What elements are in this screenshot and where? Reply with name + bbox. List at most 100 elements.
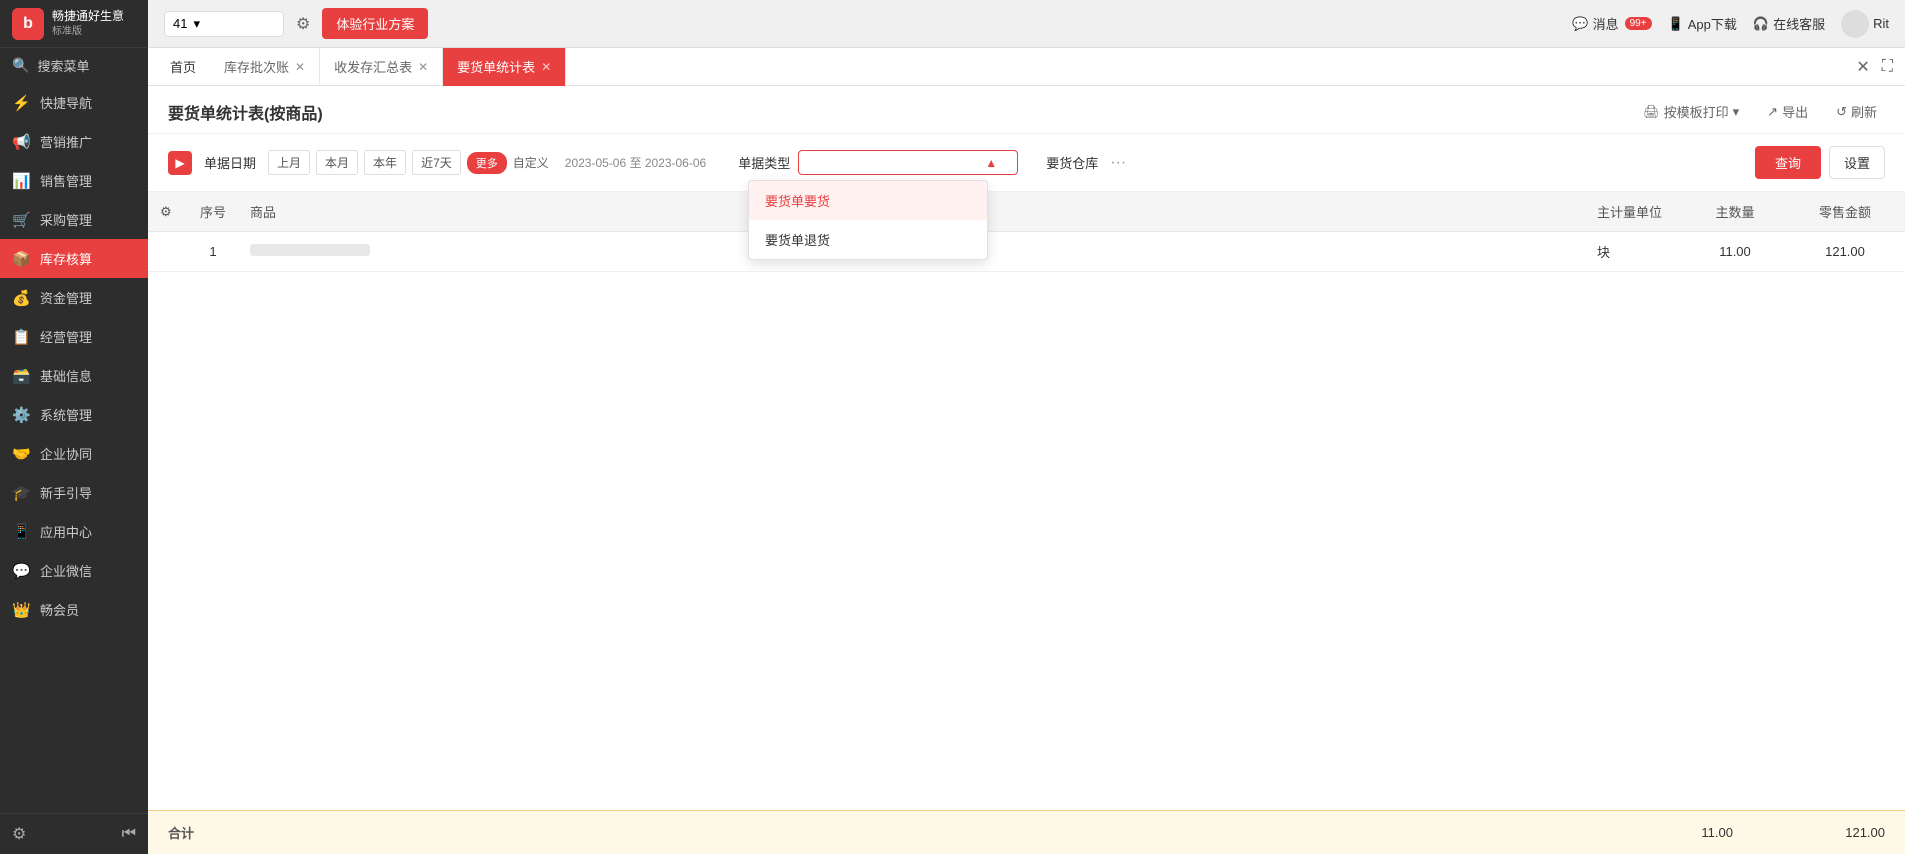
sidebar-item-appstore[interactable]: 📱 应用中心 xyxy=(0,512,148,551)
user-profile[interactable]: Rit xyxy=(1841,10,1889,38)
tab-home[interactable]: 首页 xyxy=(156,48,210,86)
type-filter-input-wrap[interactable]: ▲ xyxy=(798,150,1018,175)
sidebar-item-wechat[interactable]: 💬 企业微信 xyxy=(0,551,148,590)
collapse-icon[interactable]: ⏮ xyxy=(122,825,136,843)
user-name: Rit xyxy=(1873,16,1889,31)
date-filter-label: 单据日期 xyxy=(204,153,256,172)
tab-receive-summary[interactable]: 收发存汇总表 ✕ xyxy=(320,48,443,86)
nav-icon-beginner: 🎓 xyxy=(12,484,30,502)
sidebar-item-operation[interactable]: 📋 经营管理 xyxy=(0,317,148,356)
sidebar-item-basic[interactable]: 🗃️ 基础信息 xyxy=(0,356,148,395)
goods-placeholder xyxy=(250,244,370,256)
page-content: 要货单统计表(按商品) 🖨 按模板打印 ▾ ↗ 导出 ↺ 刷新 ▶ xyxy=(148,86,1905,810)
date-btn-last-month[interactable]: 上月 xyxy=(268,150,310,175)
type-dropdown-arrow[interactable]: ▲ xyxy=(979,156,1003,170)
app-sub: 标准版 xyxy=(52,25,124,38)
page-title: 要货单统计表(按商品) xyxy=(168,100,323,124)
nav-icon-wechat: 💬 xyxy=(12,562,30,580)
sidebar-item-system[interactable]: ⚙️ 系统管理 xyxy=(0,395,148,434)
table-row: 1 块 11.00 121.00 xyxy=(148,232,1905,272)
summary-row: 合计 11.00 121.00 xyxy=(148,810,1905,854)
sidebar-item-enterprise[interactable]: 🤝 企业协同 xyxy=(0,434,148,473)
topbar-gear-icon[interactable]: ⚙ xyxy=(296,14,310,34)
nav-label-sales: 销售管理 xyxy=(40,171,136,190)
filter-expand-btn[interactable]: ▶ xyxy=(168,151,192,175)
refresh-btn[interactable]: ↺ 刷新 xyxy=(1828,98,1885,125)
search-menu[interactable]: 🔍 搜索菜单 xyxy=(0,48,148,83)
row-qty: 11.00 xyxy=(1685,232,1785,272)
tab-inventory-batch[interactable]: 库存批次账 ✕ xyxy=(210,48,320,86)
sidebar-item-marketing[interactable]: 📢 营销推广 xyxy=(0,122,148,161)
search-icon: 🔍 xyxy=(12,57,29,74)
tab-request-summary[interactable]: 要货单统计表 ✕ xyxy=(443,48,566,86)
nav-label-finance: 资金管理 xyxy=(40,288,136,307)
sidebar-nav: ⚡ 快捷导航 📢 营销推广 📊 销售管理 🛒 采购管理 📦 库存核算 💰 资金管… xyxy=(0,83,148,813)
nav-label-appstore: 应用中心 xyxy=(40,522,136,541)
app-logo: b 畅捷通好生意 标准版 xyxy=(0,0,148,48)
row-gear xyxy=(148,232,188,272)
row-unit: 块 xyxy=(1585,232,1685,272)
tab-close-request-summary[interactable]: ✕ xyxy=(541,60,551,74)
filter-type-section: 单据类型 ▲ xyxy=(738,150,1018,175)
type-filter-input[interactable] xyxy=(799,151,979,174)
warehouse-more-btn[interactable]: ··· xyxy=(1110,154,1126,172)
headset-icon: 🎧 xyxy=(1753,16,1769,32)
th-price: 零售金额 xyxy=(1785,192,1905,232)
print-btn[interactable]: 🖨 按模板打印 ▾ xyxy=(1635,98,1747,125)
sidebar-item-inventory[interactable]: 📦 库存核算 xyxy=(0,239,148,278)
nav-icon-purchase: 🛒 xyxy=(12,211,30,229)
app-download-btn[interactable]: 📱 App下载 xyxy=(1668,14,1737,33)
settings-icon[interactable]: ⚙ xyxy=(12,824,26,844)
sidebar-item-sales[interactable]: 📊 销售管理 xyxy=(0,161,148,200)
page-header: 要货单统计表(按商品) 🖨 按模板打印 ▾ ↗ 导出 ↺ 刷新 xyxy=(148,86,1905,134)
dropdown-item-request-goods[interactable]: 要货单要货 xyxy=(749,181,987,220)
setting-button[interactable]: 设置 xyxy=(1829,146,1885,179)
sidebar-item-quick-nav[interactable]: ⚡ 快捷导航 xyxy=(0,83,148,122)
tabbar-actions: ✕ ⛶ xyxy=(1852,53,1905,81)
tab-close-inventory-batch[interactable]: ✕ xyxy=(295,60,305,74)
th-gear[interactable]: ⚙ xyxy=(148,192,188,232)
sidebar-item-finance[interactable]: 💰 资金管理 xyxy=(0,278,148,317)
maximize-icon[interactable]: ⛶ xyxy=(1878,54,1897,80)
export-btn[interactable]: ↗ 导出 xyxy=(1759,98,1816,125)
date-btn-last-7-days[interactable]: 近7天 xyxy=(412,150,461,175)
date-btn-more[interactable]: 更多 xyxy=(467,152,507,174)
tab-close-receive-summary[interactable]: ✕ xyxy=(418,60,428,74)
nav-label-beginner: 新手引导 xyxy=(40,483,136,502)
sidebar-item-vip[interactable]: 👑 畅会员 xyxy=(0,590,148,629)
close-all-tabs-icon[interactable]: ✕ xyxy=(1852,53,1873,81)
nav-label-system: 系统管理 xyxy=(40,405,136,424)
nav-icon-marketing: 📢 xyxy=(12,133,30,151)
summary-qty: 11.00 xyxy=(1645,825,1745,840)
sidebar-item-beginner[interactable]: 🎓 新手引导 xyxy=(0,473,148,512)
page-header-actions: 🖨 按模板打印 ▾ ↗ 导出 ↺ 刷新 xyxy=(1635,98,1885,125)
messages-btn[interactable]: 💬 消息 99+ xyxy=(1572,14,1651,33)
summary-label: 合计 xyxy=(168,823,228,842)
store-selector[interactable]: 41 ▾ xyxy=(164,11,284,37)
sidebar-item-purchase[interactable]: 🛒 采购管理 xyxy=(0,200,148,239)
type-dropdown: 要货单要货 要货单退货 xyxy=(748,180,988,260)
query-button[interactable]: 查询 xyxy=(1755,146,1821,179)
nav-label-operation: 经营管理 xyxy=(40,327,136,346)
date-quick-btns: 上月 本月 本年 近7天 更多 自定义 xyxy=(268,150,549,175)
app-name: 畅捷通好生意 xyxy=(52,9,124,25)
date-custom-btn[interactable]: 自定义 xyxy=(513,154,549,171)
print-arrow-icon: ▾ xyxy=(1733,104,1740,120)
nav-icon-basic: 🗃️ xyxy=(12,367,30,385)
dropdown-item-request-return[interactable]: 要货单退货 xyxy=(749,220,987,259)
trial-button[interactable]: 体验行业方案 xyxy=(322,8,428,39)
online-service-btn[interactable]: 🎧 在线客服 xyxy=(1753,14,1825,33)
nav-icon-sales: 📊 xyxy=(12,172,30,190)
filter-bar: ▶ 单据日期 上月 本月 本年 近7天 更多 自定义 2023-05-06 至 … xyxy=(148,134,1905,192)
date-btn-this-year[interactable]: 本年 xyxy=(364,150,406,175)
row-price: 121.00 xyxy=(1785,232,1905,272)
nav-icon-enterprise: 🤝 xyxy=(12,445,30,463)
type-filter-label: 单据类型 xyxy=(738,153,790,172)
nav-icon-vip: 👑 xyxy=(12,601,30,619)
nav-label-enterprise: 企业协同 xyxy=(40,444,136,463)
sidebar-footer: ⚙ ⏮ xyxy=(0,813,148,854)
date-btn-this-month[interactable]: 本月 xyxy=(316,150,358,175)
table-wrap: ⚙ 序号 商品 主计量单位 主数量 零售金额 1 xyxy=(148,192,1905,272)
nav-icon-finance: 💰 xyxy=(12,289,30,307)
nav-label-quick: 快捷导航 xyxy=(40,93,136,112)
